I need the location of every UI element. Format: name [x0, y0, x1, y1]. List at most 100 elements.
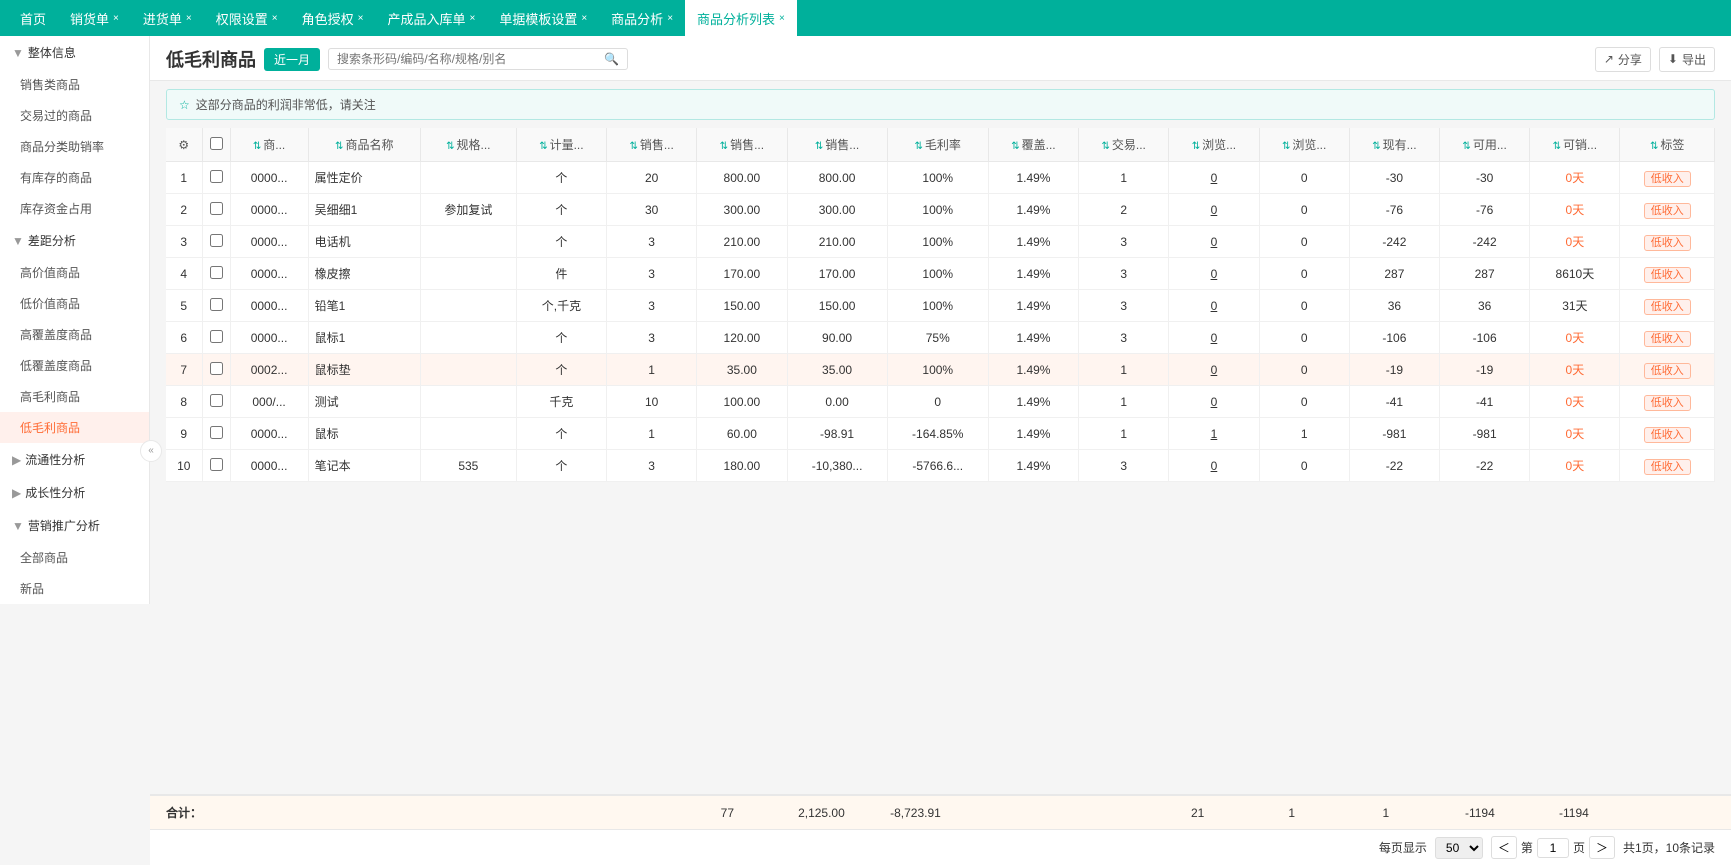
nav-close-icon[interactable]: × — [186, 13, 192, 24]
cell-checkbox[interactable] — [202, 450, 230, 482]
col-header-sales_amount[interactable]: ⇅销售... — [787, 128, 887, 162]
cell-checkbox[interactable] — [202, 354, 230, 386]
page-input[interactable] — [1537, 838, 1569, 858]
nav-close-icon[interactable]: × — [113, 13, 119, 24]
sidebar-item-全部商品[interactable]: 全部商品 — [0, 542, 149, 573]
sidebar-group-成长性分析[interactable]: ▶成长性分析 — [0, 476, 149, 509]
col-header-sales_qty[interactable]: ⇅销售... — [607, 128, 697, 162]
cell-view1[interactable]: 0 — [1169, 258, 1259, 290]
col-header-view2[interactable]: ⇅浏览... — [1259, 128, 1349, 162]
view-link[interactable]: 0 — [1211, 267, 1218, 281]
view-link[interactable]: 0 — [1211, 331, 1218, 345]
cell-checkbox[interactable] — [202, 418, 230, 450]
nav-item-权限设置[interactable]: 权限设置× — [204, 0, 290, 36]
cell-checkbox[interactable] — [202, 290, 230, 322]
view-link[interactable]: 0 — [1211, 459, 1218, 473]
nav-item-商品分析[interactable]: 商品分析× — [599, 0, 685, 36]
cell-checkbox[interactable] — [202, 162, 230, 194]
nav-close-icon[interactable]: × — [581, 13, 587, 24]
sidebar-item-低价值商品[interactable]: 低价值商品 — [0, 288, 149, 319]
col-header-name[interactable]: ⇅商品名称 — [308, 128, 420, 162]
cell-checkbox[interactable] — [202, 258, 230, 290]
per-page-select[interactable]: 50 — [1435, 837, 1483, 859]
search-icon[interactable]: 🔍 — [604, 52, 619, 66]
col-header-gross_margin[interactable]: ⇅毛利率 — [887, 128, 988, 162]
col-header-spec[interactable]: ⇅规格... — [420, 128, 516, 162]
view-link[interactable]: 0 — [1211, 171, 1218, 185]
share-button[interactable]: ↗ 分享 — [1595, 47, 1651, 72]
row-checkbox[interactable] — [210, 330, 223, 343]
cell-view1[interactable]: 0 — [1169, 450, 1259, 482]
row-checkbox[interactable] — [210, 298, 223, 311]
nav-item-首页[interactable]: 首页 — [8, 0, 58, 36]
prev-page-button[interactable]: ＜ — [1491, 836, 1517, 859]
cell-checkbox[interactable] — [202, 322, 230, 354]
row-checkbox[interactable] — [210, 234, 223, 247]
view-link[interactable]: 0 — [1211, 363, 1218, 377]
col-header-saleable[interactable]: ⇅可销... — [1530, 128, 1620, 162]
nav-item-产成品入库单[interactable]: 产成品入库单× — [375, 0, 487, 36]
nav-item-单据模板设置[interactable]: 单据模板设置× — [487, 0, 599, 36]
view-link[interactable]: 0 — [1211, 299, 1218, 313]
sidebar-item-交易过的商品[interactable]: 交易过的商品 — [0, 100, 149, 131]
cell-checkbox[interactable] — [202, 226, 230, 258]
row-checkbox[interactable] — [210, 426, 223, 439]
sidebar-item-低覆盖度商品[interactable]: 低覆盖度商品 — [0, 350, 149, 381]
sidebar-group-差距分析[interactable]: ▼差距分析 — [0, 224, 149, 257]
search-input[interactable] — [337, 52, 604, 66]
sidebar-item-高毛利商品[interactable]: 高毛利商品 — [0, 381, 149, 412]
sidebar-item-有库存的商品[interactable]: 有库存的商品 — [0, 162, 149, 193]
col-header-tag[interactable]: ⇅标签 — [1620, 128, 1715, 162]
cell-view1[interactable]: 1 — [1169, 418, 1259, 450]
nav-item-进货单[interactable]: 进货单× — [131, 0, 204, 36]
nav-item-销货单[interactable]: 销货单× — [58, 0, 131, 36]
nav-close-icon[interactable]: × — [272, 13, 278, 24]
sidebar-item-新品[interactable]: 新品 — [0, 573, 149, 604]
sidebar-item-库存资金占用[interactable]: 库存资金占用 — [0, 193, 149, 224]
col-header-current[interactable]: ⇅现有... — [1349, 128, 1439, 162]
sidebar-group-营销推广分析[interactable]: ▼营销推广分析 — [0, 509, 149, 542]
view-link[interactable]: 0 — [1211, 203, 1218, 217]
col-header-coverage[interactable]: ⇅覆盖... — [988, 128, 1078, 162]
col-header-trade[interactable]: ⇅交易... — [1079, 128, 1169, 162]
row-checkbox[interactable] — [210, 170, 223, 183]
nav-item-商品分析列表[interactable]: 商品分析列表× — [685, 0, 797, 36]
col-header-available[interactable]: ⇅可用... — [1440, 128, 1530, 162]
col-header-code[interactable]: ⇅商... — [230, 128, 308, 162]
sidebar-item-高价值商品[interactable]: 高价值商品 — [0, 257, 149, 288]
select-all-checkbox[interactable] — [210, 137, 223, 150]
collapse-sidebar-button[interactable]: « — [140, 440, 162, 462]
nav-close-icon[interactable]: × — [469, 13, 475, 24]
row-checkbox[interactable] — [210, 394, 223, 407]
col-header-view1[interactable]: ⇅浏览... — [1169, 128, 1259, 162]
period-button[interactable]: 近一月 — [264, 48, 320, 71]
sidebar-item-商品分类助销率[interactable]: 商品分类助销率 — [0, 131, 149, 162]
sidebar-group-整体信息[interactable]: ▼整体信息 — [0, 36, 149, 69]
nav-item-角色授权[interactable]: 角色授权× — [290, 0, 376, 36]
row-checkbox[interactable] — [210, 458, 223, 471]
cell-view1[interactable]: 0 — [1169, 354, 1259, 386]
cell-view1[interactable]: 0 — [1169, 386, 1259, 418]
view-link[interactable]: 0 — [1211, 395, 1218, 409]
next-page-button[interactable]: ＞ — [1589, 836, 1615, 859]
col-header-unit[interactable]: ⇅计量... — [516, 128, 606, 162]
nav-close-icon[interactable]: × — [358, 13, 364, 24]
col-header-sales_price[interactable]: ⇅销售... — [697, 128, 787, 162]
cell-view1[interactable]: 0 — [1169, 322, 1259, 354]
export-button[interactable]: ⬇ 导出 — [1659, 47, 1715, 72]
view-link[interactable]: 0 — [1211, 235, 1218, 249]
cell-view1[interactable]: 0 — [1169, 226, 1259, 258]
cell-view1[interactable]: 0 — [1169, 162, 1259, 194]
cell-view1[interactable]: 0 — [1169, 194, 1259, 226]
cell-view1[interactable]: 0 — [1169, 290, 1259, 322]
cell-checkbox[interactable] — [202, 386, 230, 418]
nav-close-icon[interactable]: × — [779, 13, 785, 24]
nav-close-icon[interactable]: × — [667, 13, 673, 24]
sidebar-item-低毛利商品[interactable]: 低毛利商品 — [0, 412, 149, 443]
sidebar-item-高覆盖度商品[interactable]: 高覆盖度商品 — [0, 319, 149, 350]
cell-checkbox[interactable] — [202, 194, 230, 226]
row-checkbox[interactable] — [210, 202, 223, 215]
sidebar-group-流通性分析[interactable]: ▶流通性分析 — [0, 443, 149, 476]
row-checkbox[interactable] — [210, 266, 223, 279]
view-link[interactable]: 1 — [1211, 427, 1218, 441]
